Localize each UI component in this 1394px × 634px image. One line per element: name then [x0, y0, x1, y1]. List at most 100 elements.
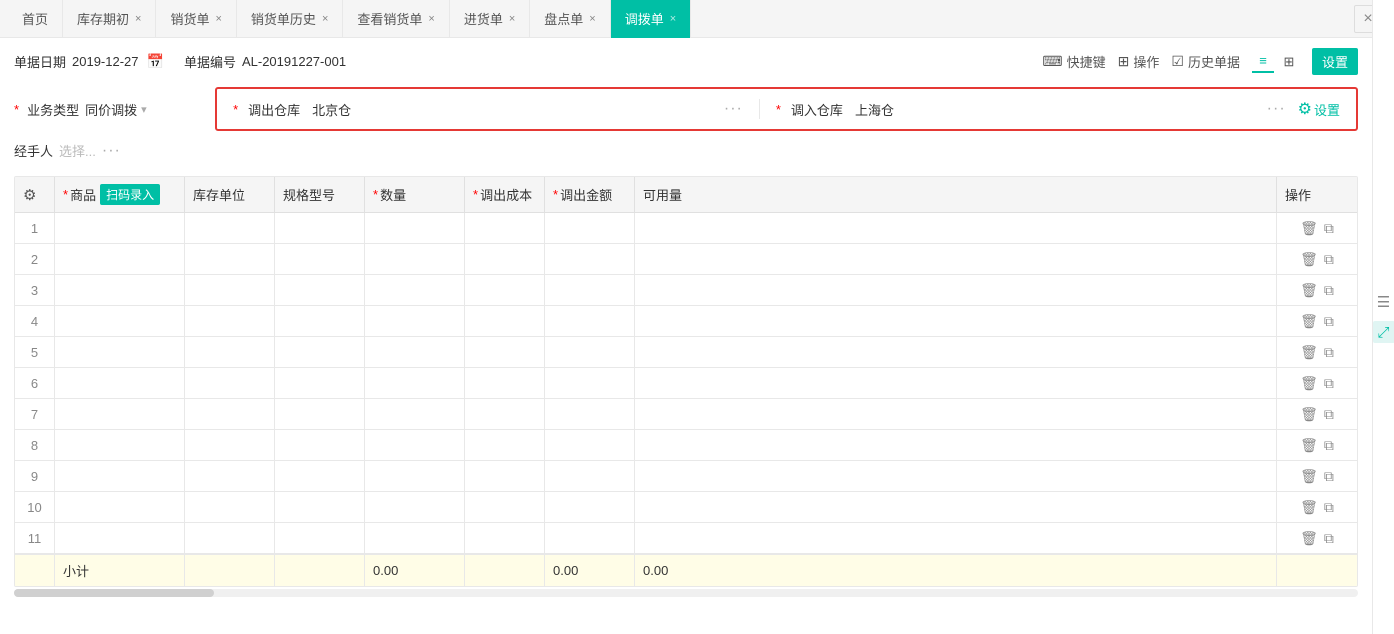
- tab-sales-history[interactable]: 销货单历史 ×: [237, 0, 343, 38]
- row-1-actions: 🗑 ⧉: [1277, 213, 1357, 243]
- main-content: 单据日期 2019-12-27 📅 单据编号 AL-20191227-001 ⌨…: [0, 38, 1372, 607]
- tab-home[interactable]: 首页: [8, 0, 63, 38]
- gear-settings-icon[interactable]: ⚙: [1298, 99, 1312, 119]
- tab-view-sales[interactable]: 查看销货单 ×: [343, 0, 449, 38]
- sidebar-expand-button[interactable]: ⤢: [1373, 321, 1394, 343]
- table-settings-icon[interactable]: ⚙: [23, 186, 36, 204]
- operations-action[interactable]: ⊞ 操作: [1118, 52, 1160, 71]
- tab-sales-order-label: 销货单: [170, 9, 209, 28]
- transfer-in-more-button[interactable]: ···: [1267, 100, 1286, 118]
- copy-icon[interactable]: ⧉: [1324, 220, 1334, 237]
- row-1-unit[interactable]: [185, 213, 275, 243]
- copy-icon[interactable]: ⧉: [1324, 344, 1334, 361]
- business-type-select[interactable]: 同价调拨 ▾: [85, 100, 185, 119]
- calendar-icon[interactable]: 📅: [147, 53, 164, 70]
- row-2-spec[interactable]: [275, 244, 365, 274]
- row-1-cost[interactable]: [465, 213, 545, 243]
- copy-icon[interactable]: ⧉: [1324, 437, 1334, 454]
- tab-transfer[interactable]: 调拨单 ×: [611, 0, 691, 38]
- table-row: 8 🗑 ⧉: [15, 430, 1357, 461]
- row-2-product[interactable]: [55, 244, 185, 274]
- business-type-label: 业务类型: [27, 100, 79, 119]
- delete-icon[interactable]: 🗑: [1300, 499, 1318, 516]
- serial-label: 单据编号: [184, 52, 236, 71]
- copy-icon[interactable]: ⧉: [1324, 251, 1334, 268]
- row-2-quantity[interactable]: [365, 244, 465, 274]
- history-action[interactable]: ☑ 历史单据: [1171, 52, 1240, 71]
- transfer-out-more-button[interactable]: ···: [724, 100, 743, 118]
- data-table: ⚙ * 商品 扫码录入 库存单位 规格型号 * 数量: [14, 176, 1358, 587]
- delete-icon[interactable]: 🗑: [1300, 220, 1318, 237]
- delete-icon[interactable]: 🗑: [1300, 468, 1318, 485]
- row-2-amount[interactable]: [545, 244, 635, 274]
- date-value[interactable]: 2019-12-27: [72, 54, 139, 69]
- layout-grid-icon[interactable]: ⊞: [1278, 51, 1300, 73]
- delete-icon[interactable]: 🗑: [1300, 313, 1318, 330]
- subtotal-cost: 0.00: [545, 555, 635, 586]
- copy-icon[interactable]: ⧉: [1324, 406, 1334, 423]
- table-header: ⚙ * 商品 扫码录入 库存单位 规格型号 * 数量: [15, 177, 1357, 213]
- row-1-amount[interactable]: [545, 213, 635, 243]
- copy-icon[interactable]: ⧉: [1324, 499, 1334, 516]
- shortcuts-label: 快捷键: [1067, 52, 1106, 71]
- row-1-quantity[interactable]: [365, 213, 465, 243]
- page-wrapper: 首页 库存期初 × 销货单 × 销货单历史 × 查看销货单 × 进货单 × 盘点…: [0, 0, 1394, 634]
- tab-inventory-init[interactable]: 库存期初 ×: [63, 0, 156, 38]
- operations-label: 操作: [1133, 52, 1159, 71]
- transfer-in-value[interactable]: 上海仓: [855, 100, 894, 119]
- layout-list-icon[interactable]: ≡: [1252, 51, 1274, 73]
- subtotal-amount: 0.00: [635, 555, 1277, 586]
- tab-inventory-count-close[interactable]: ×: [589, 13, 595, 25]
- delete-icon[interactable]: 🗑: [1300, 344, 1318, 361]
- delete-icon[interactable]: 🗑: [1300, 282, 1318, 299]
- history-label: 历史单据: [1188, 52, 1240, 71]
- delete-icon[interactable]: 🗑: [1300, 375, 1318, 392]
- serial-field: 单据编号 AL-20191227-001: [184, 52, 346, 71]
- transfer-out-value[interactable]: 北京仓: [312, 100, 351, 119]
- th-quantity: * 数量: [365, 177, 465, 212]
- tab-inventory-count[interactable]: 盘点单 ×: [530, 0, 610, 38]
- tab-sales-order-close[interactable]: ×: [215, 13, 221, 25]
- sidebar-list-button[interactable]: ☰: [1373, 291, 1394, 313]
- handler-select[interactable]: 选择...: [59, 141, 96, 160]
- row-2-cost[interactable]: [465, 244, 545, 274]
- copy-icon[interactable]: ⧉: [1324, 313, 1334, 330]
- tab-view-sales-close[interactable]: ×: [428, 13, 434, 25]
- tab-purchase-order-close[interactable]: ×: [509, 13, 515, 25]
- tab-inventory-init-close[interactable]: ×: [135, 13, 141, 25]
- copy-icon[interactable]: ⧉: [1324, 468, 1334, 485]
- tab-sales-history-close[interactable]: ×: [322, 13, 328, 25]
- business-type-value: 同价调拨: [85, 100, 137, 119]
- copy-icon[interactable]: ⧉: [1324, 375, 1334, 392]
- settings-button[interactable]: 设置: [1312, 48, 1358, 75]
- row-1-spec[interactable]: [275, 213, 365, 243]
- row-1-available[interactable]: [635, 213, 1277, 243]
- copy-icon[interactable]: ⧉: [1324, 530, 1334, 547]
- delete-icon[interactable]: 🗑: [1300, 437, 1318, 454]
- scrollbar-thumb[interactable]: [14, 589, 214, 597]
- copy-icon[interactable]: ⧉: [1324, 282, 1334, 299]
- handler-more-button[interactable]: ···: [102, 142, 121, 160]
- delete-icon[interactable]: 🗑: [1300, 406, 1318, 423]
- horizontal-scrollbar[interactable]: [14, 589, 1358, 597]
- tab-transfer-close[interactable]: ×: [670, 13, 676, 25]
- settings-text[interactable]: 设置: [1314, 100, 1340, 119]
- transfer-in-field: * 调入仓库 上海仓 ···: [776, 100, 1286, 119]
- table-row: 10 🗑 ⧉: [15, 492, 1357, 523]
- tab-purchase-order-label: 进货单: [464, 9, 503, 28]
- tab-bar: 首页 库存期初 × 销货单 × 销货单历史 × 查看销货单 × 进货单 × 盘点…: [0, 0, 1394, 38]
- th-settings[interactable]: ⚙: [15, 177, 55, 212]
- th-amount: * 调出金额: [545, 177, 635, 212]
- shortcuts-action[interactable]: ⌨ 快捷键: [1042, 52, 1105, 71]
- delete-icon[interactable]: 🗑: [1300, 251, 1318, 268]
- scan-entry-button[interactable]: 扫码录入: [100, 184, 160, 205]
- row-1-product[interactable]: [55, 213, 185, 243]
- row-2-available[interactable]: [635, 244, 1277, 274]
- layout-icons: ≡ ⊞: [1252, 51, 1300, 73]
- row-2-unit[interactable]: [185, 244, 275, 274]
- right-sidebar: ☰ ⤢: [1372, 0, 1394, 634]
- row-num-2: 2: [15, 244, 55, 274]
- tab-purchase-order[interactable]: 进货单 ×: [450, 0, 530, 38]
- tab-sales-order[interactable]: 销货单 ×: [156, 0, 236, 38]
- delete-icon[interactable]: 🗑: [1300, 530, 1318, 547]
